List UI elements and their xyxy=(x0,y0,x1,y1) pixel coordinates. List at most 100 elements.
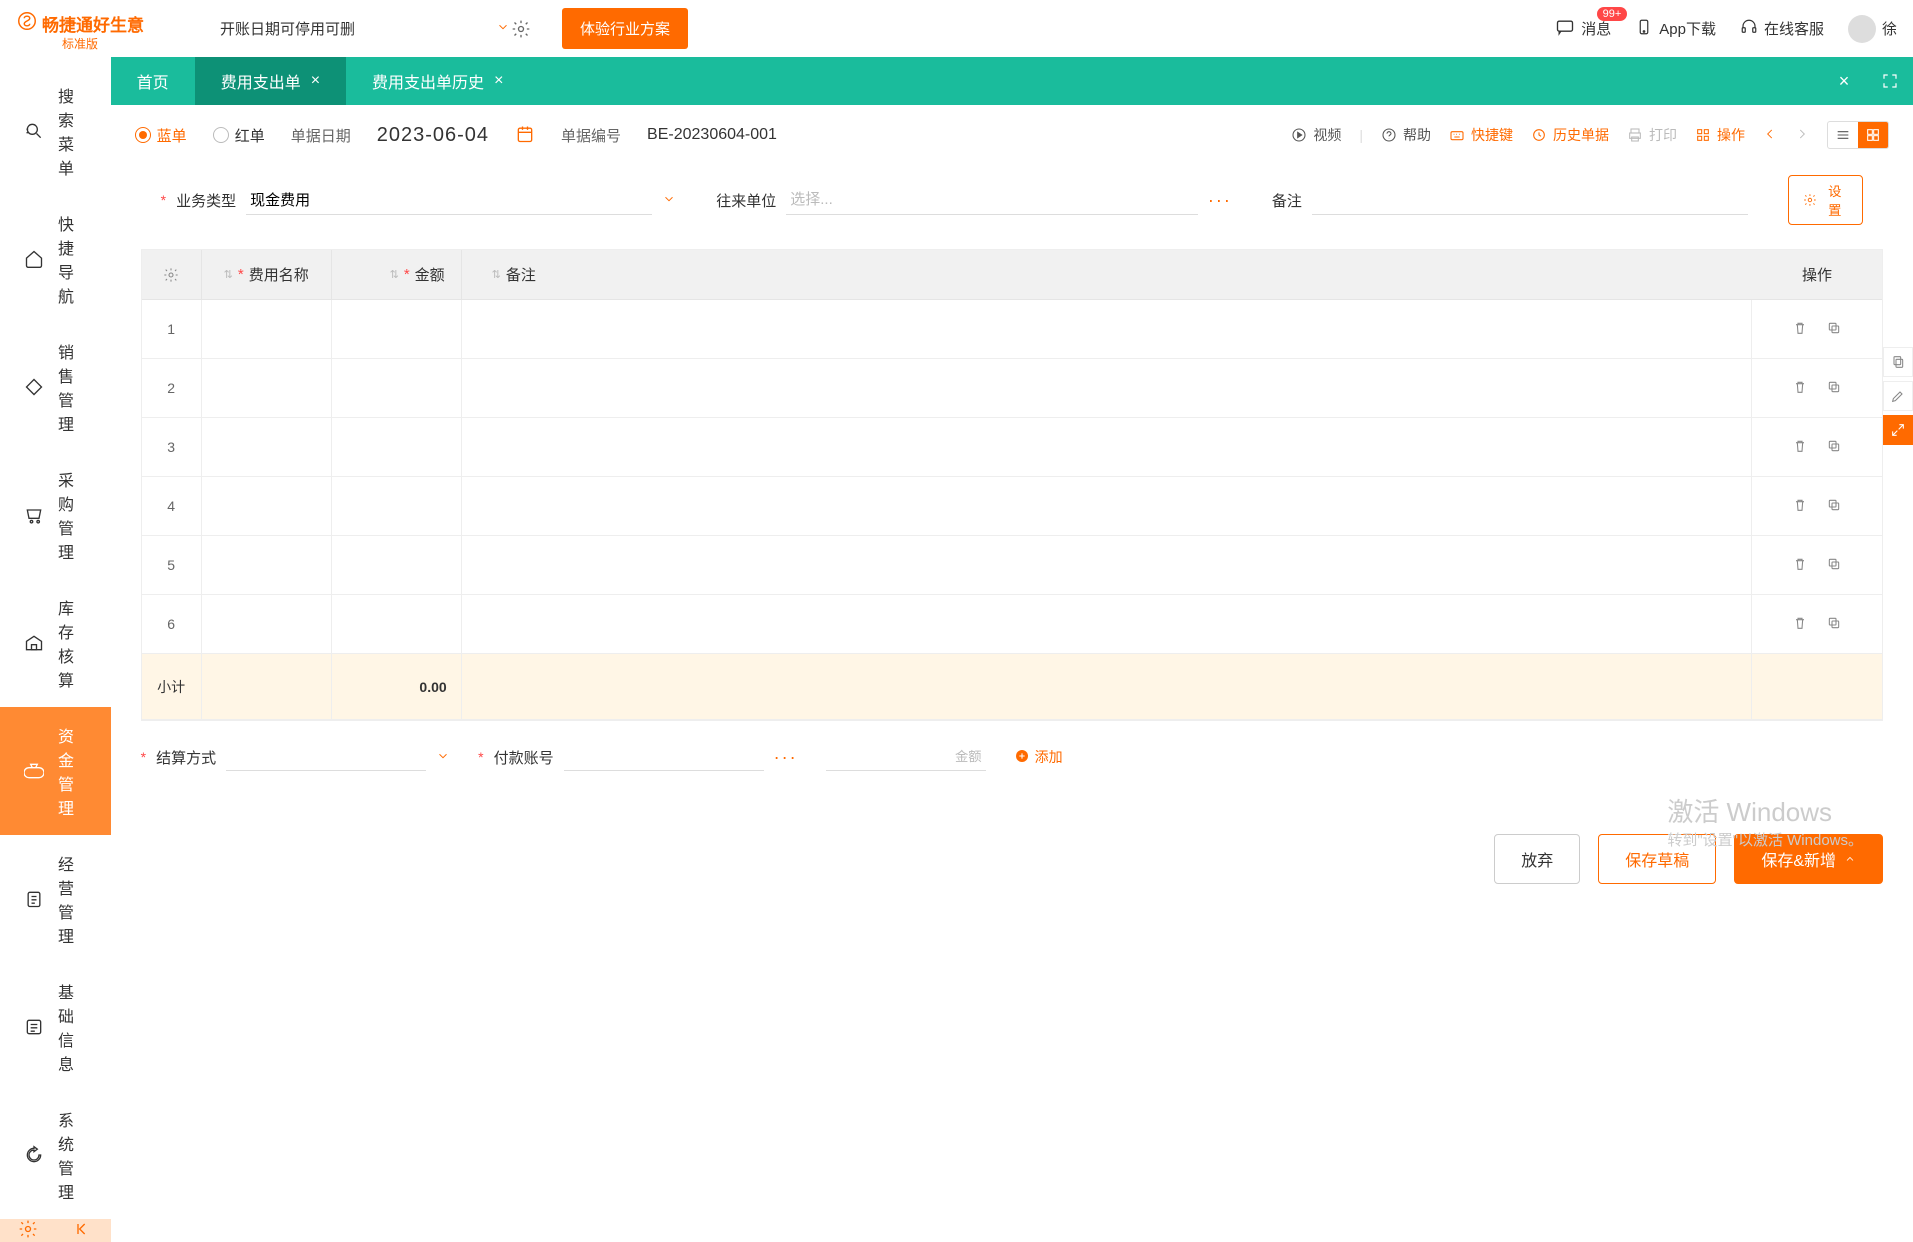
cell-remark[interactable] xyxy=(462,359,1752,417)
cell-amount[interactable] xyxy=(332,595,462,653)
cell-expense-name[interactable] xyxy=(202,418,332,476)
field-settlement[interactable]: * 结算方式 xyxy=(141,743,450,771)
pay-account-input[interactable] xyxy=(564,743,764,771)
delete-icon[interactable] xyxy=(1792,379,1808,398)
save-draft-button[interactable]: 保存草稿 xyxy=(1598,834,1716,884)
table-row[interactable]: 1 xyxy=(142,300,1882,359)
settings-button[interactable]: 设置 xyxy=(1788,175,1863,225)
sidebar-item-inventory[interactable]: 库存核算 xyxy=(0,579,111,707)
add-button[interactable]: 添加 xyxy=(1014,747,1063,767)
copy-icon[interactable] xyxy=(1826,320,1842,339)
sidebar-item-basic[interactable]: 基础信息 xyxy=(0,963,111,1091)
account-period-select[interactable]: 开账日期可停用可删 xyxy=(220,18,510,39)
user-menu[interactable]: 徐 xyxy=(1848,15,1897,43)
copy-icon[interactable] xyxy=(1826,497,1842,516)
chevron-down-icon[interactable] xyxy=(436,749,450,766)
list-view-button[interactable] xyxy=(1828,122,1858,148)
next-icon[interactable] xyxy=(1795,127,1809,144)
field-remark[interactable]: 备注 xyxy=(1272,185,1748,215)
sidebar-item-business[interactable]: 经营管理 xyxy=(0,835,111,963)
cell-expense-name[interactable] xyxy=(202,536,332,594)
shortcut-link[interactable]: 快捷键 xyxy=(1449,125,1513,145)
radio-blue[interactable]: 蓝单 xyxy=(135,125,187,146)
column-expense-name[interactable]: ⇅*费用名称 xyxy=(202,250,332,299)
cell-remark[interactable] xyxy=(462,536,1752,594)
sidebar-item-funds[interactable]: 资金管理 xyxy=(0,707,111,835)
biz-type-input[interactable] xyxy=(246,185,652,215)
table-row[interactable]: 4 xyxy=(142,477,1882,536)
tab-expense-history[interactable]: 费用支出单历史× xyxy=(346,57,529,105)
tab-expense[interactable]: 费用支出单× xyxy=(195,57,346,105)
column-amount[interactable]: ⇅*金额 xyxy=(332,250,462,299)
messages-button[interactable]: 消息 99+ xyxy=(1555,17,1611,41)
sidebar-item-quicknav[interactable]: 快捷导航 xyxy=(0,195,111,323)
amount-input[interactable] xyxy=(826,743,986,771)
customer-service-button[interactable]: 在线客服 xyxy=(1740,18,1824,40)
print-link[interactable]: 打印 xyxy=(1627,125,1677,145)
close-icon[interactable]: × xyxy=(494,72,503,90)
collapse-icon[interactable] xyxy=(73,1219,93,1242)
delete-icon[interactable] xyxy=(1792,320,1808,339)
cell-expense-name[interactable] xyxy=(202,595,332,653)
table-row[interactable]: 5 xyxy=(142,536,1882,595)
delete-icon[interactable] xyxy=(1792,615,1808,634)
app-download-button[interactable]: App下载 xyxy=(1635,18,1716,40)
sidebar-item-sales[interactable]: 销售管理 xyxy=(0,323,111,451)
sidebar-item-system[interactable]: 系统管理 xyxy=(0,1091,111,1219)
field-amount[interactable] xyxy=(826,743,986,771)
cell-expense-name[interactable] xyxy=(202,477,332,535)
cell-amount[interactable] xyxy=(332,536,462,594)
doc-date-value[interactable]: 2023-06-04 xyxy=(377,124,489,147)
video-link[interactable]: 视频 xyxy=(1291,125,1341,145)
history-doc-link[interactable]: 历史单据 xyxy=(1531,125,1609,145)
cell-remark[interactable] xyxy=(462,300,1752,358)
radio-red[interactable]: 红单 xyxy=(213,125,265,146)
table-row[interactable]: 6 xyxy=(142,595,1882,654)
column-settings[interactable] xyxy=(142,250,202,299)
rail-pencil-icon[interactable] xyxy=(1883,381,1913,411)
save-new-button[interactable]: 保存&新增 xyxy=(1734,834,1883,884)
cell-expense-name[interactable] xyxy=(202,300,332,358)
cell-remark[interactable] xyxy=(462,477,1752,535)
table-row[interactable]: 2 xyxy=(142,359,1882,418)
close-all-icon[interactable]: × xyxy=(1821,71,1867,92)
partner-input[interactable] xyxy=(786,185,1198,215)
delete-icon[interactable] xyxy=(1792,556,1808,575)
copy-icon[interactable] xyxy=(1826,438,1842,457)
chevron-down-icon[interactable] xyxy=(662,192,676,209)
grid-view-button[interactable] xyxy=(1858,122,1888,148)
cell-amount[interactable] xyxy=(332,418,462,476)
remark-input[interactable] xyxy=(1312,185,1748,215)
experience-plan-button[interactable]: 体验行业方案 xyxy=(562,8,688,49)
cell-amount[interactable] xyxy=(332,477,462,535)
tab-home[interactable]: 首页 xyxy=(111,57,195,105)
cell-amount[interactable] xyxy=(332,300,462,358)
cell-remark[interactable] xyxy=(462,595,1752,653)
field-partner[interactable]: 往来单位 ··· xyxy=(716,185,1232,215)
cell-remark[interactable] xyxy=(462,418,1752,476)
abandon-button[interactable]: 放弃 xyxy=(1494,834,1580,884)
copy-icon[interactable] xyxy=(1826,379,1842,398)
help-link[interactable]: 帮助 xyxy=(1381,125,1431,145)
operations-link[interactable]: 操作 xyxy=(1695,125,1745,145)
sidebar-item-purchase[interactable]: 采购管理 xyxy=(0,451,111,579)
cell-amount[interactable] xyxy=(332,359,462,417)
settings-icon[interactable] xyxy=(18,1219,38,1242)
table-row[interactable]: 3 xyxy=(142,418,1882,477)
copy-icon[interactable] xyxy=(1826,615,1842,634)
close-icon[interactable]: × xyxy=(311,72,320,90)
more-icon[interactable]: ··· xyxy=(1208,190,1232,211)
sidebar-item-search[interactable]: 搜索菜单 xyxy=(0,67,111,195)
rail-expand-icon[interactable] xyxy=(1883,415,1913,445)
delete-icon[interactable] xyxy=(1792,438,1808,457)
gear-icon[interactable] xyxy=(510,18,532,40)
field-pay-account[interactable]: * 付款账号 ··· xyxy=(478,743,797,771)
fullscreen-icon[interactable] xyxy=(1867,72,1913,90)
settlement-input[interactable] xyxy=(226,743,426,771)
cell-expense-name[interactable] xyxy=(202,359,332,417)
column-remark[interactable]: ⇅备注 xyxy=(462,250,1752,299)
more-icon[interactable]: ··· xyxy=(774,747,798,768)
field-biz-type[interactable]: * 业务类型 xyxy=(161,185,677,215)
rail-copy-icon[interactable] xyxy=(1883,347,1913,377)
delete-icon[interactable] xyxy=(1792,497,1808,516)
